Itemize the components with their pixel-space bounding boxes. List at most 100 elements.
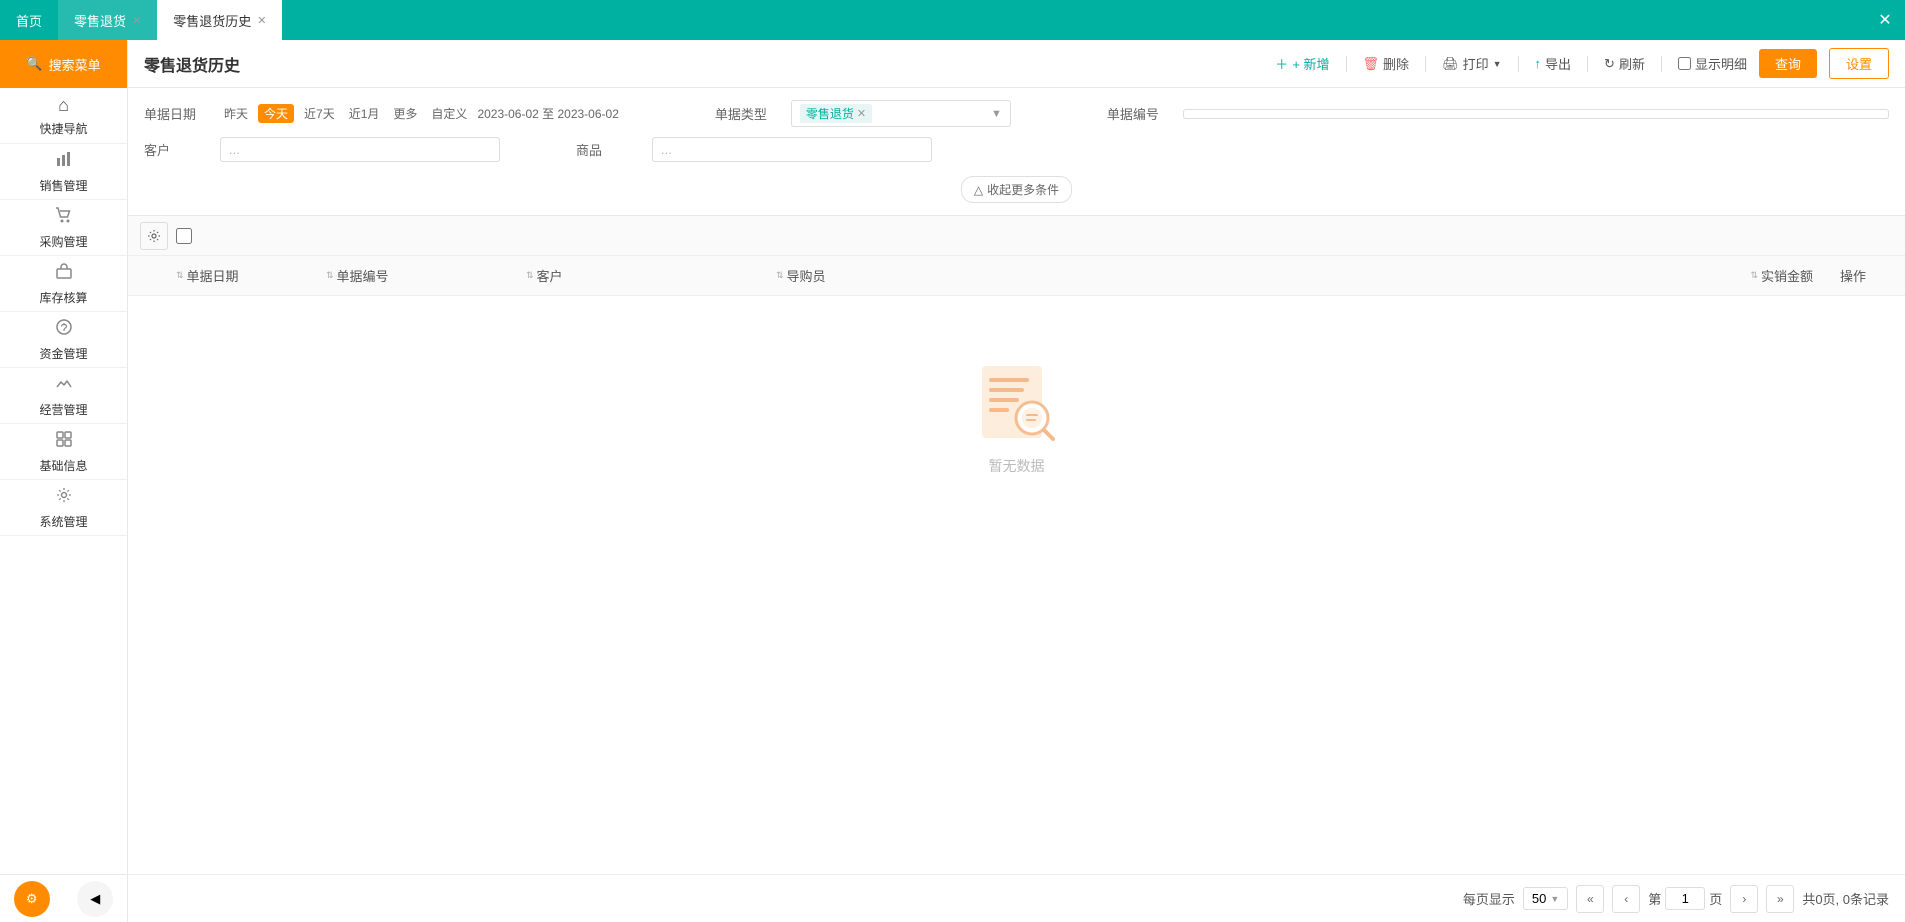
collapse-icon: △ <box>974 183 983 197</box>
th-guide[interactable]: ⇅ 导购员 <box>776 266 926 285</box>
table-header: ⇅ 单据日期 ⇅ 单据编号 ⇅ 客户 ⇅ 导购员 ⇅ 实销 <box>128 256 1905 296</box>
date-btn-7days[interactable]: 近7天 <box>300 104 339 123</box>
top-bar: 首页 零售退货 ✕ 零售退货历史 ✕ ✕ <box>0 0 1905 40</box>
delete-button[interactable]: 🗑 删除 <box>1363 54 1410 73</box>
content-area: 零售退货历史 ＋ + 新增 🗑 删除 🖨 打印 ▼ <box>128 40 1905 922</box>
th-amount[interactable]: ⇅ 实销金额 <box>1693 266 1813 285</box>
select-all-checkbox[interactable] <box>176 228 192 244</box>
date-filters: 昨天 今天 近7天 近1月 更多 自定义 2023-06-02 至 2023-0… <box>220 104 619 123</box>
page-input[interactable] <box>1665 887 1705 910</box>
next-page-btn[interactable]: › <box>1730 885 1758 913</box>
collapse-btn[interactable]: △ 收起更多条件 <box>961 176 1072 203</box>
purchase-icon <box>55 206 73 229</box>
sidebar-item-quick-nav[interactable]: ⌂ 快捷导航 <box>0 88 127 144</box>
sort-icon-amount: ⇅ <box>1750 270 1758 281</box>
show-detail-checkbox[interactable] <box>1678 57 1691 70</box>
query-button[interactable]: 查询 <box>1759 49 1817 78</box>
sidebar-search[interactable]: 🔍 搜索菜单 <box>0 40 127 88</box>
page-size-arrow: ▼ <box>1550 894 1559 904</box>
sys-icon <box>55 486 73 509</box>
select-arrow-icon: ▼ <box>991 108 1002 120</box>
voucher-type-select[interactable]: 零售退货 ✕ ▼ <box>791 100 1011 127</box>
first-page-btn[interactable]: « <box>1576 885 1604 913</box>
export-icon: ↑ <box>1535 56 1542 71</box>
set-button[interactable]: 设置 <box>1829 48 1889 79</box>
page-size-label: 每页显示 <box>1463 889 1515 908</box>
date-btn-custom[interactable]: 自定义 <box>427 104 471 123</box>
export-button[interactable]: ↑ 导出 <box>1535 54 1572 73</box>
sales-icon <box>55 150 73 173</box>
goods-label: 商品 <box>576 140 636 159</box>
sidebar-item-ops-mgmt[interactable]: 经营管理 <box>0 368 127 424</box>
collapse-sidebar-btn[interactable]: ◀ <box>77 881 113 917</box>
print-button[interactable]: 🖨 打印 ▼ <box>1442 54 1501 73</box>
page-input-wrap: 第 页 <box>1648 887 1722 910</box>
delete-icon: 🗑 <box>1363 56 1380 72</box>
tab-retail-return-history[interactable]: 零售退货历史 ✕ <box>157 0 282 40</box>
empty-state: 暂无数据 <box>128 296 1905 536</box>
date-btn-yesterday[interactable]: 昨天 <box>220 104 252 123</box>
date-btn-1month[interactable]: 近1月 <box>345 104 384 123</box>
filter-row-2: 客户 ... 商品 ... <box>144 137 1889 162</box>
tab-home[interactable]: 首页 <box>0 0 58 40</box>
divider5 <box>1661 56 1662 72</box>
divider <box>1346 56 1347 72</box>
divider3 <box>1518 56 1519 72</box>
menu-icon: ◀ <box>90 891 100 907</box>
filter-area: 单据日期 昨天 今天 近7天 近1月 更多 自定义 2023-06-02 至 2… <box>128 88 1905 216</box>
tab-retail-return-close[interactable]: ✕ <box>132 14 141 27</box>
sidebar-bottom: ⚙ ◀ <box>0 874 127 922</box>
voucher-type-tag-close[interactable]: ✕ <box>857 107 866 120</box>
tab-retail-return[interactable]: 零售退货 ✕ <box>58 0 157 40</box>
page-label-prefix: 第 <box>1648 889 1661 908</box>
sidebar-item-inventory[interactable]: 库存核算 <box>0 256 127 312</box>
page-title: 零售退货历史 <box>144 52 240 76</box>
tab-retail-return-history-close[interactable]: ✕ <box>257 14 266 27</box>
search-icon: 🔍 <box>26 56 42 72</box>
th-voucher-no[interactable]: ⇅ 单据编号 <box>326 266 526 285</box>
sort-icon-guide: ⇅ <box>776 270 784 281</box>
sort-icon-customer: ⇅ <box>526 270 534 281</box>
gear-icon: ⚙ <box>26 891 38 907</box>
sidebar-item-sales-mgmt[interactable]: 销售管理 <box>0 144 127 200</box>
inventory-icon <box>55 262 73 285</box>
voucher-type-label: 单据类型 <box>715 104 775 123</box>
sidebar-item-purchase-mgmt[interactable]: 采购管理 <box>0 200 127 256</box>
sidebar: 🔍 搜索菜单 ⌂ 快捷导航 销售管理 采购管理 <box>0 40 128 922</box>
sort-icon-voucher: ⇅ <box>326 270 334 281</box>
sidebar-item-finance[interactable]: 资金管理 <box>0 312 127 368</box>
refresh-icon: ↻ <box>1604 56 1615 72</box>
voucher-no-label: 单据编号 <box>1107 104 1167 123</box>
voucher-no-input[interactable] <box>1183 109 1889 119</box>
date-label: 单据日期 <box>144 104 204 123</box>
settings-bottom-btn[interactable]: ⚙ <box>14 881 50 917</box>
window-close-button[interactable]: ✕ <box>1865 0 1905 40</box>
th-date[interactable]: ⇅ 单据日期 <box>176 266 326 285</box>
th-customer[interactable]: ⇅ 客户 <box>526 266 776 285</box>
empty-text: 暂无数据 <box>989 456 1045 476</box>
sidebar-item-sys-mgmt[interactable]: 系统管理 <box>0 480 127 536</box>
add-button[interactable]: ＋ + 新增 <box>1275 54 1329 73</box>
refresh-button[interactable]: ↻ 刷新 <box>1604 54 1645 73</box>
prev-page-btn[interactable]: ‹ <box>1612 885 1640 913</box>
finance-icon <box>55 318 73 341</box>
date-btn-more[interactable]: 更多 <box>389 104 421 123</box>
th-action: 操作 <box>1813 266 1893 285</box>
voucher-type-tag: 零售退货 ✕ <box>800 104 872 123</box>
date-range-display: 2023-06-02 至 2023-06-02 <box>477 105 618 122</box>
table-area: ⇅ 单据日期 ⇅ 单据编号 ⇅ 客户 ⇅ 导购员 ⇅ 实销 <box>128 216 1905 874</box>
pagination: 每页显示 50 ▼ « ‹ 第 页 › » 共0页, 0条记录 <box>128 874 1905 922</box>
customer-input[interactable]: ... <box>220 137 500 162</box>
customer-label: 客户 <box>144 140 204 159</box>
show-detail-checkbox-label[interactable]: 显示明细 <box>1678 54 1747 73</box>
page-label-suffix: 页 <box>1709 889 1722 908</box>
date-btn-today[interactable]: 今天 <box>258 104 294 123</box>
sidebar-item-basic-info[interactable]: 基础信息 <box>0 424 127 480</box>
page-size-select[interactable]: 50 ▼ <box>1523 887 1568 910</box>
print-arrow-icon: ▼ <box>1493 59 1502 69</box>
last-page-btn[interactable]: » <box>1766 885 1794 913</box>
goods-input[interactable]: ... <box>652 137 932 162</box>
home-icon: ⌂ <box>58 95 69 116</box>
table-settings-icon[interactable] <box>140 222 168 250</box>
sidebar-nav: ⌂ 快捷导航 销售管理 采购管理 库存核算 <box>0 88 127 874</box>
